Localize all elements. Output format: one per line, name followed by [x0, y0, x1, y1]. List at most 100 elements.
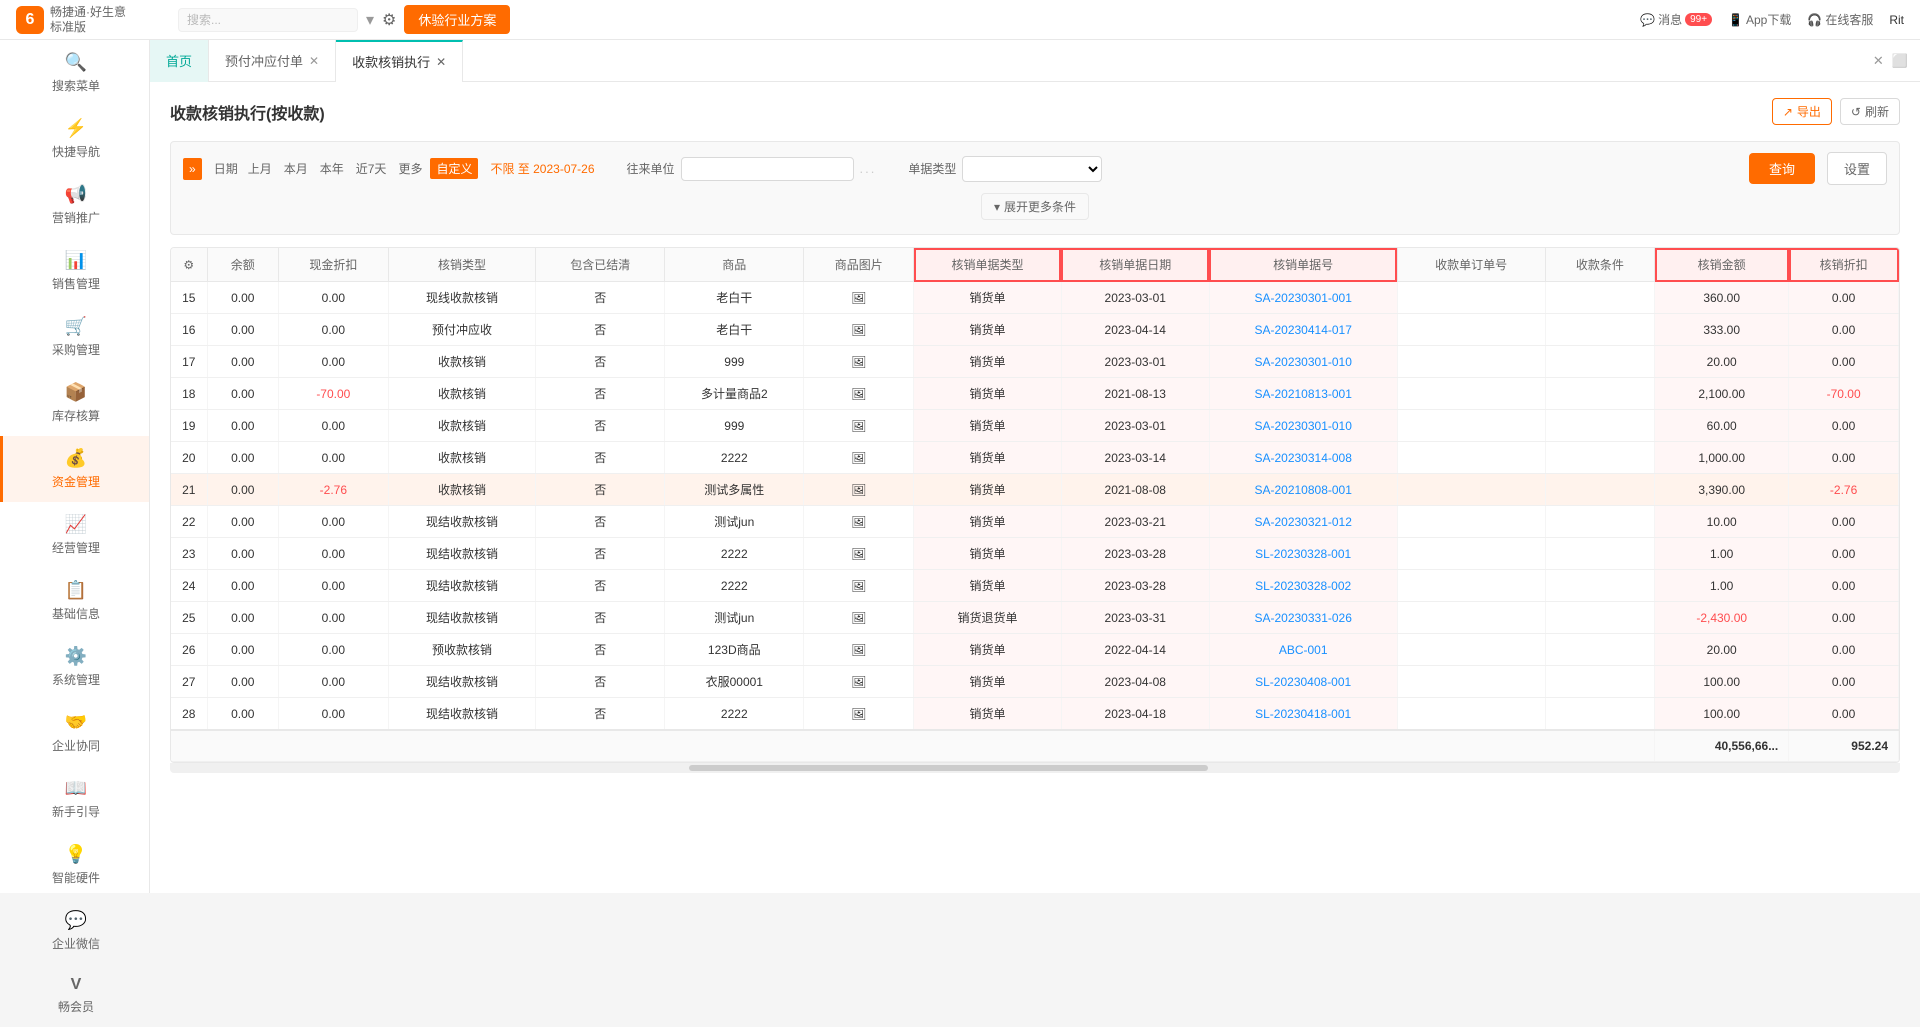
tab-home[interactable]: 首页 [150, 40, 209, 82]
sidebar-item-purchase[interactable]: 🛒 采购管理 [0, 304, 149, 370]
sidebar-item-basic[interactable]: 📋 基础信息 [0, 568, 149, 634]
cell-cancel-amount: 10.00 [1655, 506, 1789, 538]
user-name[interactable]: Rit [1889, 13, 1904, 27]
cell-product-img: 🖼 [804, 634, 914, 666]
gear-icon: ⚙️ [65, 646, 87, 667]
refresh-icon: ↺ [1851, 105, 1861, 119]
cell-no: 20 [171, 442, 207, 474]
cell-cancel-bill-no[interactable]: SA-20230321-012 [1209, 506, 1397, 538]
sidebar-item-hardware[interactable]: 💡 智能硬件 [0, 832, 149, 898]
date-this-month[interactable]: 本月 [280, 158, 312, 179]
cell-cancel-bill-no[interactable]: ABC-001 [1209, 634, 1397, 666]
cell-receipt-condition [1545, 410, 1655, 442]
search-icon: 🔍 [65, 52, 87, 73]
sidebar-item-finance[interactable]: 💰 资金管理 [0, 436, 149, 502]
dropdown-arrow-icon: ▾ [366, 10, 374, 30]
cell-cancel-bill-no[interactable]: SA-20230301-010 [1209, 346, 1397, 378]
cell-cancel-bill-no[interactable]: SL-20230408-001 [1209, 666, 1397, 698]
sidebar-item-inventory[interactable]: 📦 库存核算 [0, 370, 149, 436]
table-row: 200.000.00收款核销否2222🖼销货单2023-03-14SA-2023… [171, 442, 1899, 474]
sidebar-item-vip[interactable]: V 畅会员 [0, 964, 149, 1027]
cell-include-settled: 否 [536, 314, 665, 346]
footer-cancel-discount: 952.24 [1789, 730, 1899, 762]
industry-solution-button[interactable]: 休验行业方案 [404, 5, 510, 34]
cell-cancel-bill-no[interactable]: SA-20230314-008 [1209, 442, 1397, 474]
col-setting[interactable]: ⚙ [171, 248, 207, 282]
cell-cancel-bill-no[interactable]: SA-20210813-001 [1209, 378, 1397, 410]
tab-prepay[interactable]: 预付冲应付单 ✕ [209, 40, 336, 82]
cell-cancel-bill-no[interactable]: SL-20230328-001 [1209, 538, 1397, 570]
sidebar-item-wechat[interactable]: 💬 企业微信 [0, 898, 149, 964]
app-download-btn[interactable]: 📱 App下载 [1728, 11, 1791, 28]
tab-cancel-close[interactable]: ✕ [436, 55, 446, 69]
col-cancel-bill-type: 核销单据类型 [914, 248, 1062, 282]
sidebar-item-search[interactable]: 🔍 搜索菜单 [0, 40, 149, 106]
cell-cancel-type: 现结收款核销 [388, 570, 536, 602]
cell-product: 测试多属性 [665, 474, 804, 506]
cell-cancel-discount: 0.00 [1789, 314, 1899, 346]
cell-balance: 0.00 [207, 570, 279, 602]
cell-cancel-type: 现结收款核销 [388, 698, 536, 731]
cell-cancel-bill-type: 销货退货单 [914, 602, 1062, 634]
sidebar-item-management[interactable]: 📈 经营管理 [0, 502, 149, 568]
date-more[interactable]: 更多 [394, 158, 426, 179]
cell-balance: 0.00 [207, 346, 279, 378]
sidebar-item-system[interactable]: ⚙️ 系统管理 [0, 634, 149, 700]
cell-cancel-bill-no[interactable]: SL-20230418-001 [1209, 698, 1397, 731]
sidebar-item-nav[interactable]: ⚡ 快捷导航 [0, 106, 149, 172]
cell-balance: 0.00 [207, 634, 279, 666]
bill-type-select[interactable] [962, 156, 1102, 182]
sidebar-item-guide[interactable]: 📖 新手引导 [0, 766, 149, 832]
logo-area: 6 畅捷通·好生意 标准版 [16, 5, 166, 34]
partner-input[interactable] [681, 157, 854, 181]
cell-receipt-condition [1545, 346, 1655, 378]
tab-prepay-close[interactable]: ✕ [309, 54, 319, 68]
cell-cancel-type: 预收款核销 [388, 634, 536, 666]
cell-cancel-bill-no[interactable]: SA-20230414-017 [1209, 314, 1397, 346]
date-last-7days[interactable]: 近7天 [352, 158, 391, 179]
cell-product: 2222 [665, 570, 804, 602]
cell-receipt-order-no [1397, 282, 1545, 314]
cell-cancel-discount: -2.76 [1789, 474, 1899, 506]
sidebar-item-sales[interactable]: 📊 销售管理 [0, 238, 149, 304]
main-area: 首页 预付冲应付单 ✕ 收款核销执行 ✕ ✕ ⬜ 收款核销执行(按收款) [150, 40, 1920, 893]
cell-cancel-bill-no[interactable]: SA-20230331-026 [1209, 602, 1397, 634]
sidebar-item-collab[interactable]: 🤝 企业协同 [0, 700, 149, 766]
horizontal-scrollbar[interactable] [170, 763, 1900, 773]
cell-cancel-amount: 1,000.00 [1655, 442, 1789, 474]
col-cash-discount: 现金折扣 [279, 248, 389, 282]
tab-cancel[interactable]: 收款核销执行 ✕ [336, 40, 463, 82]
cell-cancel-discount: 0.00 [1789, 602, 1899, 634]
date-last-month[interactable]: 上月 [244, 158, 276, 179]
online-service-btn[interactable]: 🎧 在线客服 [1807, 11, 1873, 28]
cell-cash-discount: 0.00 [279, 506, 389, 538]
cell-cancel-bill-no[interactable]: SL-20230328-002 [1209, 570, 1397, 602]
page-content: 收款核销执行(按收款) ↗ 导出 ↺ 刷新 [150, 82, 1920, 893]
date-custom[interactable]: 自定义 [430, 158, 478, 179]
cell-product-img: 🖼 [804, 282, 914, 314]
refresh-button[interactable]: ↺ 刷新 [1840, 98, 1900, 125]
message-area[interactable]: 💬 消息 99+ [1640, 11, 1712, 28]
setting-button[interactable]: 设置 [1827, 152, 1887, 185]
expand-more-btn[interactable]: ▾ 展开更多条件 [981, 193, 1089, 220]
page-inner: 收款核销执行(按收款) ↗ 导出 ↺ 刷新 [150, 82, 1920, 893]
settings-icon[interactable]: ⚙ [382, 10, 396, 30]
maximize-icon[interactable]: ⬜ [1892, 53, 1908, 69]
col-receipt-condition: 收款条件 [1545, 248, 1655, 282]
col-product-img: 商品图片 [804, 248, 914, 282]
cell-no: 24 [171, 570, 207, 602]
sidebar-item-marketing[interactable]: 📢 营销推广 [0, 172, 149, 238]
table-row: 150.000.00现线收款核销否老白干🖼销货单2023-03-01SA-202… [171, 282, 1899, 314]
filter-collapse-btn[interactable]: » [183, 158, 202, 180]
cell-cancel-bill-type: 销货单 [914, 506, 1062, 538]
partner-dots[interactable]: ... [860, 161, 877, 176]
query-button[interactable]: 查询 [1749, 153, 1815, 184]
date-this-year[interactable]: 本年 [316, 158, 348, 179]
export-button[interactable]: ↗ 导出 [1772, 98, 1832, 125]
close-window-icon[interactable]: ✕ [1873, 53, 1884, 69]
search-input[interactable] [178, 8, 358, 32]
cell-cancel-bill-no[interactable]: SA-20230301-010 [1209, 410, 1397, 442]
cell-receipt-condition [1545, 314, 1655, 346]
cell-cancel-bill-no[interactable]: SA-20210808-001 [1209, 474, 1397, 506]
cell-cancel-bill-no[interactable]: SA-20230301-001 [1209, 282, 1397, 314]
